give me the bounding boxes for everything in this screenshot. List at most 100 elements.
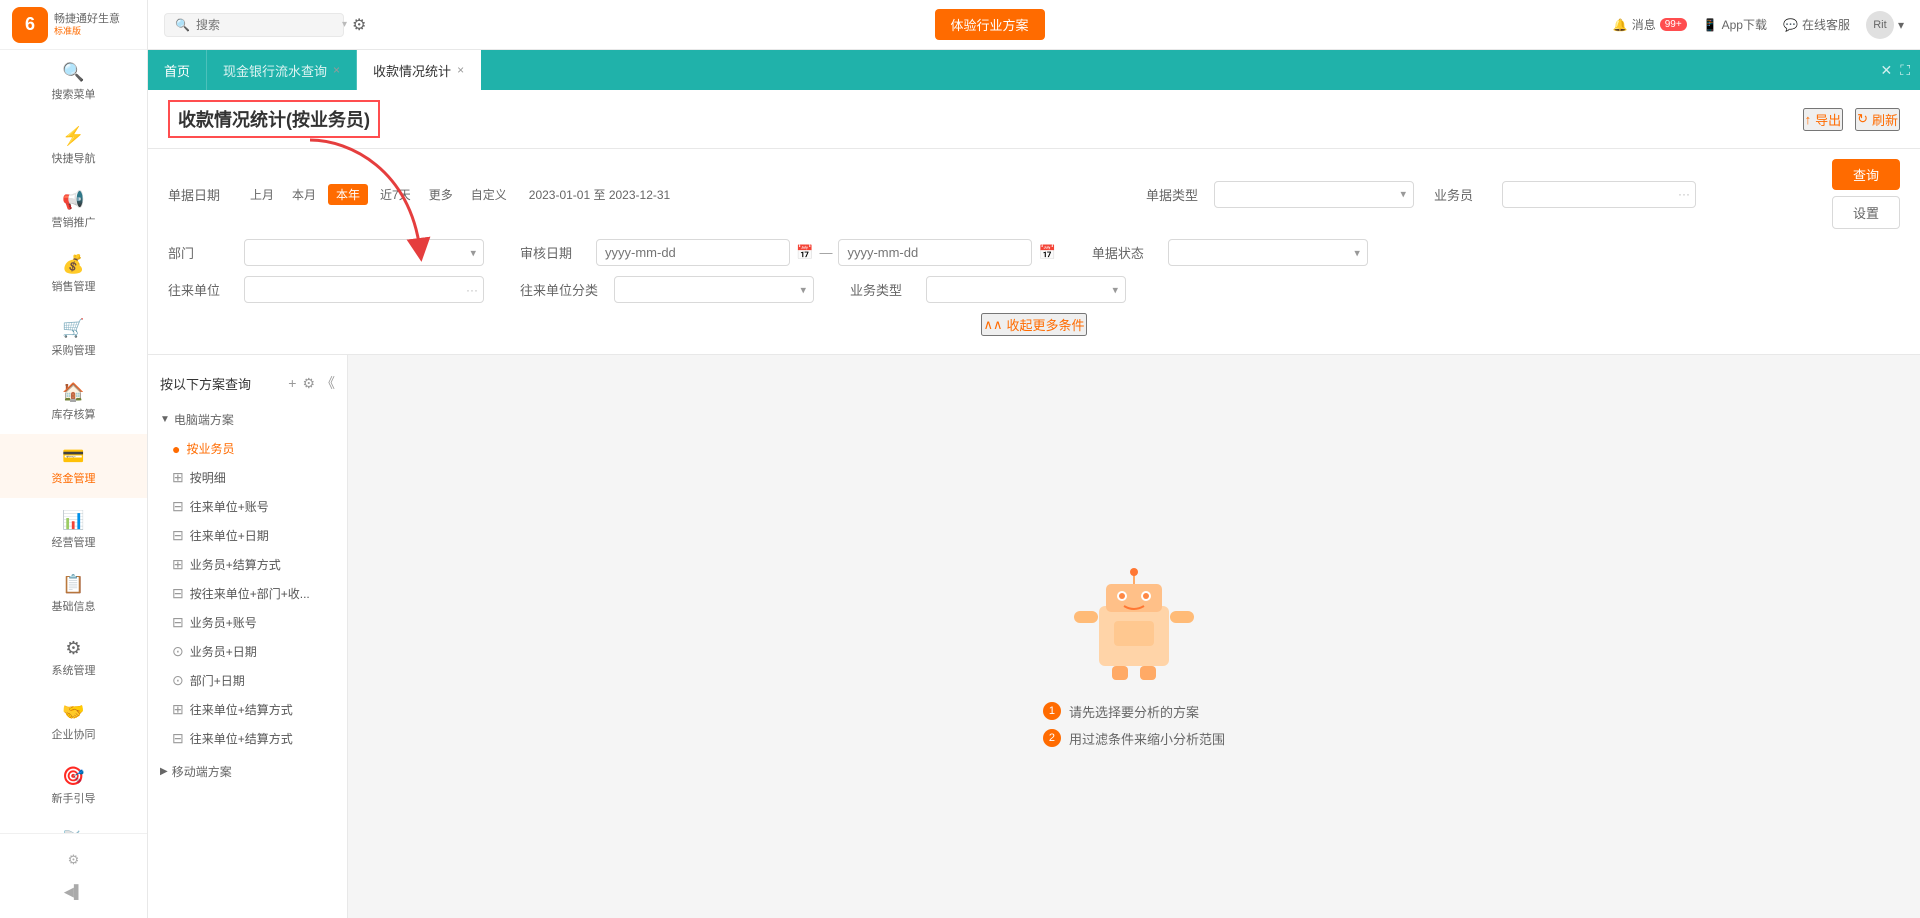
business-type-select[interactable] — [926, 276, 1126, 303]
sidebar-item-quick-nav[interactable]: ⚡快捷导航 — [0, 114, 147, 178]
sidebar-label-search: 搜索菜单 — [52, 86, 96, 102]
user-profile[interactable]: Rit ▾ — [1866, 11, 1904, 39]
scheme-add-btn[interactable]: + — [288, 373, 296, 393]
date-cur-month-btn[interactable]: 本月 — [286, 184, 322, 205]
tab-bank-flow[interactable]: 现金银行流水查询 × — [207, 50, 357, 90]
counterpart-class-select[interactable] — [614, 276, 814, 303]
scheme-settings-btn[interactable]: ⚙ — [302, 373, 315, 393]
tabbar-right: ✕ ⛶ — [1870, 50, 1920, 90]
calendar-from-icon[interactable]: 📅 — [796, 244, 813, 261]
review-date-from-input[interactable] — [596, 239, 790, 266]
topbar-gear-icon[interactable]: ⚙ — [352, 15, 366, 35]
notification-btn[interactable]: 🔔 消息 99+ — [1613, 16, 1687, 33]
salesperson-more-icon[interactable]: ··· — [1678, 187, 1690, 201]
counterpart-class-wrapper — [614, 276, 814, 303]
sidebar-item-system[interactable]: ⚙系统管理 — [0, 626, 147, 690]
counterpart-input[interactable] — [244, 276, 484, 303]
department-select[interactable] — [244, 239, 484, 266]
salesperson-input[interactable] — [1502, 181, 1696, 208]
sidebar-bottom: ⚙ ◀▌ — [0, 833, 147, 918]
scheme-item-label-6: 业务员+账号 — [190, 614, 257, 631]
date-more-btn[interactable]: 更多 — [423, 184, 459, 205]
scheme-item-1[interactable]: ⊞按明细 — [148, 463, 347, 492]
topbar-actions: 🔔 消息 99+ 📱 App下载 💬 在线客服 Rit ▾ — [1613, 11, 1904, 39]
scheme-item-10[interactable]: ⊟ 往来单位+结算方式 — [148, 724, 347, 753]
sidebar-label-finance: 资金管理 — [52, 470, 96, 486]
sidebar-item-enterprise[interactable]: 🤝企业协同 — [0, 690, 147, 754]
date-7days-btn[interactable]: 近7天 — [374, 184, 417, 205]
scheme-item-label-10: 往来单位+结算方式 — [190, 730, 293, 747]
counterpart-class-label: 往来单位分类 — [520, 280, 598, 299]
date-cur-year-btn[interactable]: 本年 — [328, 184, 368, 205]
scheme-item-5[interactable]: ⊟按往来单位+部门+收... — [148, 579, 347, 608]
scheme-item-2[interactable]: ⊟ 往来单位+账号 — [148, 492, 347, 521]
sidebar-item-guide[interactable]: 🎯新手引导 — [0, 754, 147, 818]
business-type-label: 业务类型 — [850, 280, 910, 299]
online-service-btn[interactable]: 💬 在线客服 — [1783, 16, 1850, 33]
counterpart-more-icon[interactable]: ··· — [466, 283, 478, 297]
doc-type-select[interactable] — [1214, 181, 1414, 208]
export-button[interactable]: ↑ 导出 — [1803, 108, 1844, 131]
scheme-item-icon-5: ⊟ — [172, 585, 184, 602]
department-select-wrapper — [244, 239, 484, 266]
collapse-more-btn[interactable]: ∧∧ 收起更多条件 — [981, 313, 1086, 336]
filter-settings-button[interactable]: 设置 — [1832, 196, 1900, 229]
sidebar-item-purchase[interactable]: 🛒采购管理 — [0, 306, 147, 370]
scheme-group-mobile-header[interactable]: ▶ 移动端方案 — [148, 757, 347, 786]
tab-receipt-stats-close[interactable]: × — [457, 63, 464, 77]
app-logo: 6 畅捷通好生意 标准版 — [0, 0, 147, 50]
calendar-to-icon[interactable]: 📅 — [1038, 244, 1055, 261]
sidebar-item-sales[interactable]: 💰销售管理 — [0, 242, 147, 306]
scheme-collapse-btn[interactable]: 《 — [321, 373, 335, 393]
tab-receipt-stats[interactable]: 收款情况统计 × — [357, 50, 481, 90]
scheme-item-0[interactable]: ●按业务员 — [148, 434, 347, 463]
dropdown-arrow[interactable]: ▾ — [342, 19, 347, 30]
search-input[interactable] — [196, 18, 336, 32]
user-avatar: Rit — [1866, 11, 1894, 39]
date-custom-btn[interactable]: 自定义 — [465, 184, 513, 205]
sidebar-item-hardware[interactable]: 📡智能硬件 — [0, 818, 147, 833]
sidebar-item-ops[interactable]: 📊经营管理 — [0, 498, 147, 562]
sidebar-item-search[interactable]: 🔍搜索菜单 — [0, 50, 147, 114]
scheme-item-8[interactable]: ⊙部门+日期 — [148, 666, 347, 695]
tab-home[interactable]: 首页 — [148, 50, 207, 90]
refresh-button[interactable]: ↻ 刷新 — [1855, 108, 1900, 131]
sidebar-label-ops: 经营管理 — [52, 534, 96, 550]
scheme-item-4[interactable]: ⊞业务员+结算方式 — [148, 550, 347, 579]
scheme-header-actions: + ⚙ 《 — [288, 373, 335, 393]
business-type-wrapper — [926, 276, 1126, 303]
scheme-item-7[interactable]: ⊙业务员+日期 — [148, 637, 347, 666]
empty-steps: 1 请先选择要分析的方案 2 用过滤条件来缩小分析范围 — [1043, 702, 1225, 748]
dropdown-arrow-user[interactable]: ▾ — [1898, 18, 1904, 32]
scheme-item-3[interactable]: ⊟往来单位+日期 — [148, 521, 347, 550]
sidebar-collapse[interactable]: ◀▌ — [0, 876, 147, 908]
scheme-item-6[interactable]: ⊟业务员+账号 — [148, 608, 347, 637]
tab-bank-flow-close[interactable]: × — [333, 63, 340, 77]
solution-button[interactable]: 体验行业方案 — [935, 9, 1045, 40]
scheme-item-icon-2: ⊟ — [172, 498, 184, 515]
sidebar-item-finance[interactable]: 💳资金管理 — [0, 434, 147, 498]
filter-section: 单据日期 上月 本月 本年 近7天 更多 自定义 2023-01-01 至 20… — [148, 149, 1920, 355]
scheme-item-label-2: 往来单位+账号 — [190, 498, 269, 515]
scheme-item-icon-4: ⊞ — [172, 556, 184, 573]
review-date-to-input[interactable] — [838, 239, 1032, 266]
filter-row-3: 往来单位 ··· 往来单位分类 业务类型 — [168, 276, 1900, 303]
sidebar-item-base-info[interactable]: 📋基础信息 — [0, 562, 147, 626]
department-label: 部门 — [168, 243, 228, 262]
scheme-group-desktop-header[interactable]: ▼ 电脑端方案 — [148, 405, 347, 434]
sidebar-settings[interactable]: ⚙ — [0, 844, 147, 876]
sidebar-item-marketing[interactable]: 📢营销推广 — [0, 178, 147, 242]
doc-status-select[interactable] — [1168, 239, 1368, 266]
date-prev-month-btn[interactable]: 上月 — [244, 184, 280, 205]
window-close-btn[interactable]: ✕ — [1880, 62, 1892, 79]
scheme-item-icon-10: ⊟ — [172, 730, 184, 747]
enterprise-icon: 🤝 — [62, 702, 84, 723]
sidebar-label-guide: 新手引导 — [52, 790, 96, 806]
window-maximize-btn[interactable]: ⛶ — [1900, 62, 1910, 79]
scheme-item-9[interactable]: ⊞往来单位+结算方式 — [148, 695, 347, 724]
sidebar-item-inventory[interactable]: 🏠库存核算 — [0, 370, 147, 434]
query-button[interactable]: 查询 — [1832, 159, 1900, 190]
topbar: 🔍 ▾ ⚙ 体验行业方案 🔔 消息 99+ 📱 App下载 — [148, 0, 1920, 50]
app-download-btn[interactable]: 📱 App下载 — [1703, 16, 1767, 33]
doc-type-label: 单据类型 — [1146, 185, 1206, 204]
